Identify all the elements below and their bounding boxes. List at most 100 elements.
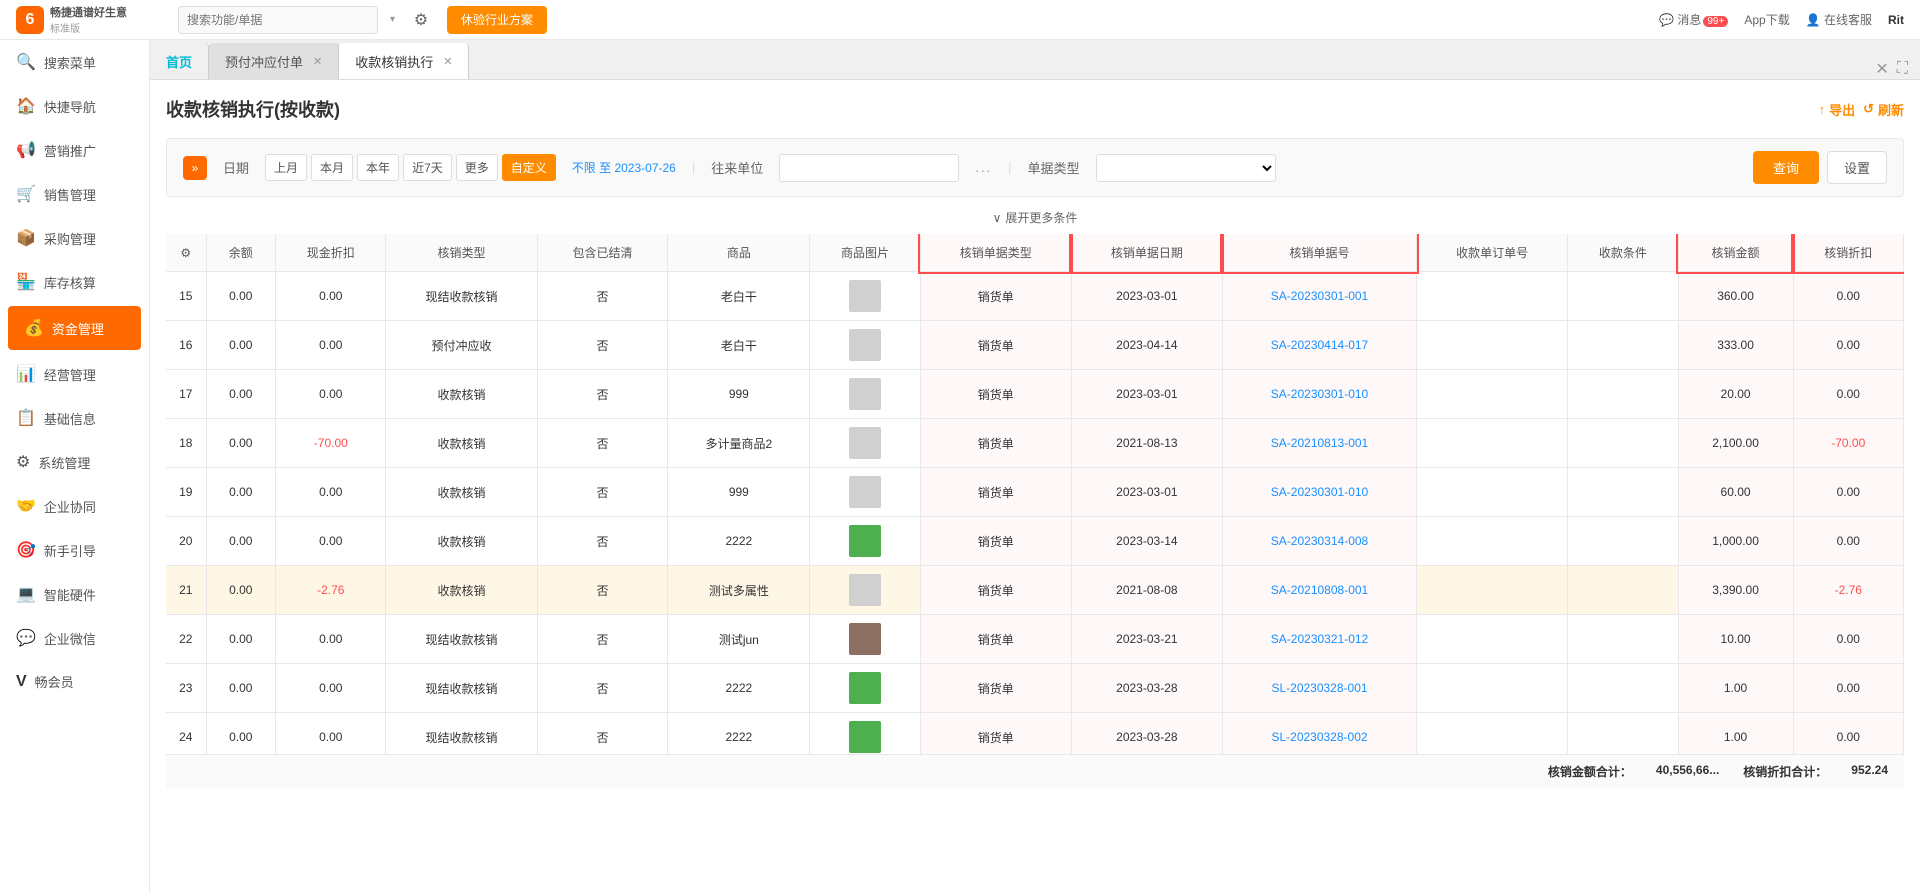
cell-goods-img <box>810 517 920 566</box>
bill-no-link[interactable]: SA-20210813-001 <box>1271 436 1368 450</box>
sidebar-item-system[interactable]: ⚙ 系统管理 <box>0 440 149 484</box>
tab-expand-icon[interactable]: ⛶ <box>1897 60 1908 78</box>
col-goods: 商品 <box>668 234 810 272</box>
bill-no-link[interactable]: SA-20230301-001 <box>1271 289 1368 303</box>
cell-goods-img <box>810 615 920 664</box>
industry-btn[interactable]: 休验行业方案 <box>447 6 547 34</box>
date-btn-more[interactable]: 更多 <box>456 154 498 181</box>
cell-num: 19 <box>166 468 206 517</box>
bill-no-link[interactable]: SA-20210808-001 <box>1271 583 1368 597</box>
col-cash-discount: 现金折扣 <box>276 234 386 272</box>
message-badge: 99+ <box>1703 16 1728 27</box>
sidebar-item-inventory[interactable]: 🏪 库存核算 <box>0 260 149 304</box>
col-writeoff-amount: 核销金额 <box>1678 234 1793 272</box>
brand-sub: 标准版 <box>50 20 127 35</box>
cell-bill-type: 销货单 <box>920 566 1071 615</box>
bill-no-link[interactable]: SL-20230328-002 <box>1271 730 1367 744</box>
cell-include-settled: 否 <box>537 272 668 321</box>
cell-writeoff-type: 收款核销 <box>386 419 537 468</box>
message-icon[interactable]: 💬 消息99+ <box>1659 11 1728 28</box>
search-dropdown-arrow: ▾ <box>390 14 395 25</box>
date-btn-last-month[interactable]: 上月 <box>265 154 307 181</box>
online-service-link[interactable]: 👤 在线客服 <box>1806 11 1872 28</box>
app-download-link[interactable]: App下载 <box>1744 11 1789 28</box>
export-btn[interactable]: ↑ 导出 <box>1819 100 1856 119</box>
cell-bill-type: 销货单 <box>920 321 1071 370</box>
partner-input[interactable] <box>779 154 959 182</box>
table-row: 18 0.00 -70.00 收款核销 否 多计量商品2 销货单 2021-08… <box>166 419 1904 468</box>
tab-receipt[interactable]: 收款核销执行 ✕ <box>339 43 469 79</box>
page-title: 收款核销执行(按收款) <box>166 96 340 122</box>
filter-expand-btn[interactable]: » <box>183 156 207 180</box>
sidebar-item-purchase[interactable]: 📦 采购管理 <box>0 216 149 260</box>
enterprise-icon: 🤝 <box>16 496 36 516</box>
brand: 6 畅捷通谱好生意 标准版 <box>16 4 166 35</box>
cell-include-settled: 否 <box>537 713 668 755</box>
tab-home[interactable]: 首页 <box>150 43 209 79</box>
cell-bill-type: 销货单 <box>920 615 1071 664</box>
query-btn[interactable]: 查询 <box>1753 151 1819 184</box>
tab-prepay-close[interactable]: ✕ <box>313 55 322 68</box>
cell-bill-no: SL-20230328-001 <box>1222 664 1416 713</box>
col-gear[interactable]: ⚙ <box>166 234 206 272</box>
sidebar-item-finance[interactable]: 💰 资金管理 <box>8 306 141 350</box>
bill-no-link[interactable]: SA-20230414-017 <box>1271 338 1368 352</box>
sidebar-item-operations[interactable]: 📊 经营管理 <box>0 352 149 396</box>
settings-btn[interactable]: 设置 <box>1827 151 1887 184</box>
bill-no-link[interactable]: SA-20230321-012 <box>1271 632 1368 646</box>
date-btn-custom[interactable]: 自定义 <box>502 154 556 181</box>
cell-writeoff-type: 现结收款核销 <box>386 664 537 713</box>
cell-goods-img <box>810 272 920 321</box>
date-btn-this-year[interactable]: 本年 <box>357 154 399 181</box>
tab-receipt-close[interactable]: ✕ <box>443 55 452 68</box>
sidebar-item-search[interactable]: 🔍 搜索菜单 <box>0 40 149 84</box>
cell-writeoff-discount: 0.00 <box>1793 272 1903 321</box>
date-btn-this-month[interactable]: 本月 <box>311 154 353 181</box>
inventory-icon: 🏪 <box>16 272 36 292</box>
sidebar-item-hardware[interactable]: 💻 智能硬件 <box>0 572 149 616</box>
date-btn-7days[interactable]: 近7天 <box>403 154 452 181</box>
page-content: 收款核销执行(按收款) ↑ 导出 ↺ 刷新 » 日期 <box>150 80 1920 893</box>
cell-bill-no: SA-20230301-010 <box>1222 370 1416 419</box>
filter-row: » 日期 上月 本月 本年 近7天 更多 自定义 不限 至 2023-07-26… <box>183 151 1887 184</box>
tab-prepay-label: 预付冲应付单 <box>225 52 303 71</box>
cell-bill-date: 2023-03-28 <box>1071 713 1222 755</box>
cell-num: 15 <box>166 272 206 321</box>
bill-no-link[interactable]: SL-20230328-001 <box>1271 681 1367 695</box>
cell-goods: 2222 <box>668 713 810 755</box>
table-scroll[interactable]: ⚙ 余额 现金折扣 核销类型 包含已结清 商品 商品图片 核销单据类型 核销单据… <box>166 234 1904 754</box>
cell-receipt-order-no <box>1417 664 1568 713</box>
refresh-btn[interactable]: ↺ 刷新 <box>1863 100 1904 119</box>
sidebar-item-marketing[interactable]: 📢 营销推广 <box>0 128 149 172</box>
cell-bill-no: SA-20230321-012 <box>1222 615 1416 664</box>
cell-receipt-order-no <box>1417 321 1568 370</box>
tab-close-icon[interactable]: ✕ <box>1875 59 1888 79</box>
sidebar-item-base[interactable]: 📋 基础信息 <box>0 396 149 440</box>
sidebar-item-quicknav[interactable]: 🏠 快捷导航 <box>0 84 149 128</box>
sidebar-label: 营销推广 <box>44 141 96 160</box>
purchase-icon: 📦 <box>16 228 36 248</box>
gear-button[interactable]: ⚙ <box>407 6 435 34</box>
bill-no-link[interactable]: SA-20230314-008 <box>1271 534 1368 548</box>
expand-more-btn[interactable]: ∨ 展开更多条件 <box>993 209 1078 226</box>
cell-cash-discount: 0.00 <box>276 321 386 370</box>
search-icon: 🔍 <box>16 52 36 72</box>
sidebar-item-sales[interactable]: 🛒 销售管理 <box>0 172 149 216</box>
sidebar-item-newbie[interactable]: 🎯 新手引导 <box>0 528 149 572</box>
tab-prepay[interactable]: 预付冲应付单 ✕ <box>209 43 339 79</box>
base-icon: 📋 <box>16 408 36 428</box>
bill-type-select[interactable] <box>1096 154 1276 182</box>
cell-balance: 0.00 <box>206 370 276 419</box>
bill-type-label: 单据类型 <box>1027 158 1079 177</box>
sidebar-item-enterprise[interactable]: 🤝 企业协同 <box>0 484 149 528</box>
sidebar-item-wechat[interactable]: 💬 企业微信 <box>0 616 149 660</box>
bill-no-link[interactable]: SA-20230301-010 <box>1271 387 1368 401</box>
bill-no-link[interactable]: SA-20230301-010 <box>1271 485 1368 499</box>
cell-goods: 999 <box>668 370 810 419</box>
search-input[interactable] <box>178 6 378 34</box>
col-balance: 余额 <box>206 234 276 272</box>
sidebar-item-member[interactable]: V 畅会员 <box>0 660 149 703</box>
cell-bill-no: SA-20210813-001 <box>1222 419 1416 468</box>
cell-goods: 测试多属性 <box>668 566 810 615</box>
sidebar-label: 搜索菜单 <box>44 53 96 72</box>
